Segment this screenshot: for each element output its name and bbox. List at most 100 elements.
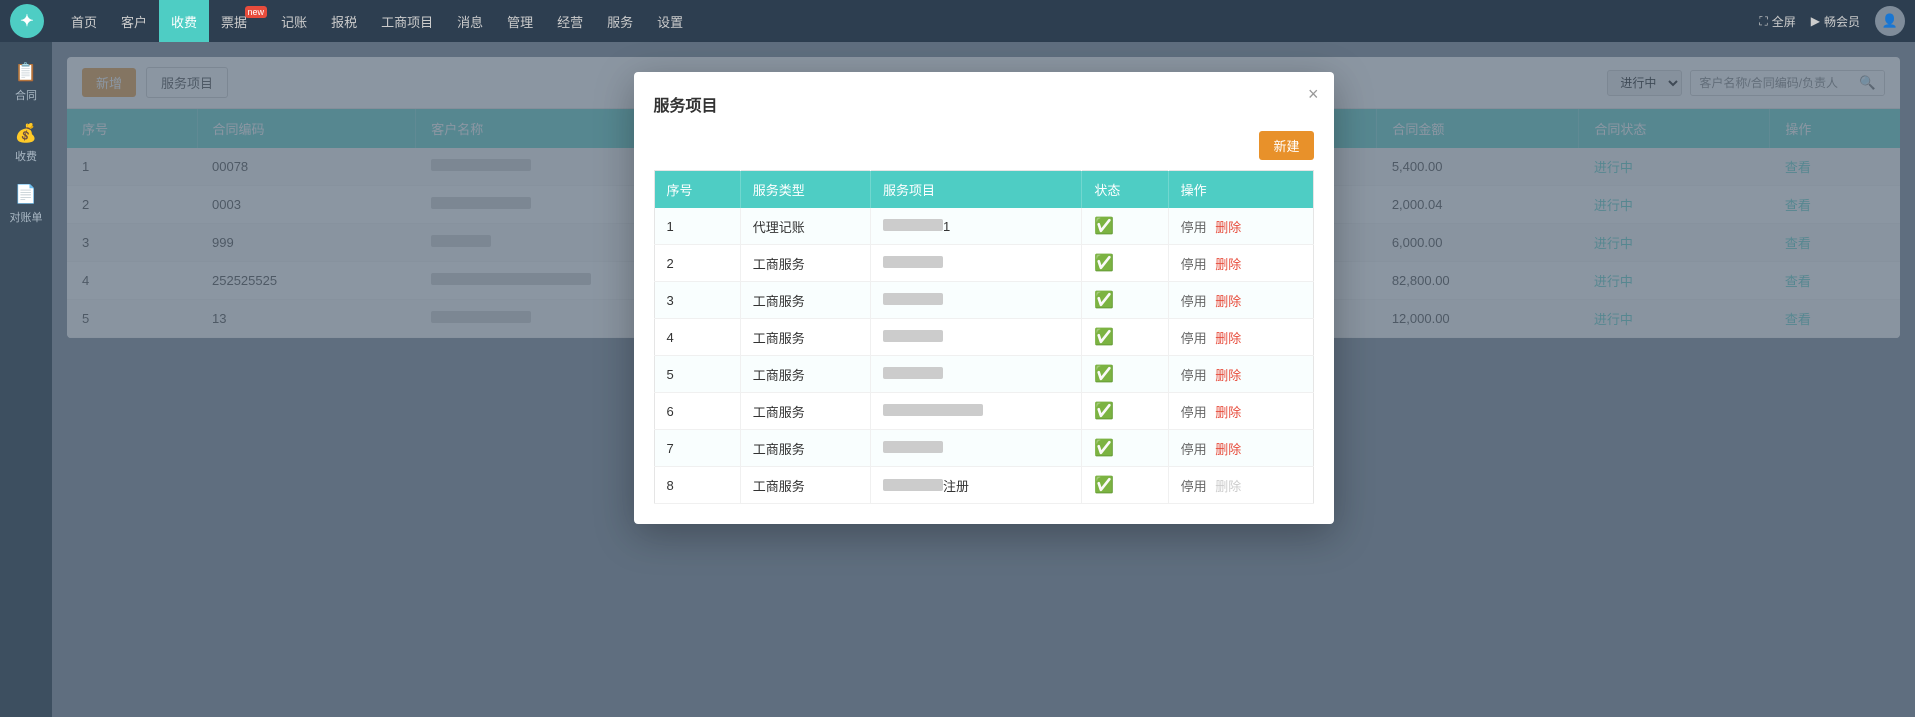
modal-title: 服务项目 — [654, 92, 1314, 116]
stop-button[interactable]: 停用 — [1181, 294, 1207, 309]
modal-col-status: 状态 — [1082, 171, 1168, 209]
delete-button[interactable]: 删除 — [1215, 479, 1241, 494]
modal-table-row: 5 工商服务 ✅ 停用 删除 — [654, 356, 1313, 393]
fee-icon: 💰 — [15, 123, 37, 144]
sidebar-item-contract[interactable]: 📋 合同 — [0, 52, 52, 113]
modal-cell-index: 2 — [654, 245, 740, 282]
modal-cell-item — [871, 282, 1082, 319]
modal-col-type: 服务类型 — [740, 171, 870, 209]
modal-cell-actions: 停用 删除 — [1168, 208, 1313, 245]
modal-cell-item — [871, 245, 1082, 282]
modal-col-item: 服务项目 — [871, 171, 1082, 209]
modal-cell-type: 工商服务 — [740, 282, 870, 319]
modal-cell-actions: 停用 删除 — [1168, 319, 1313, 356]
nav-fee[interactable]: 收费 — [159, 0, 209, 42]
modal-toolbar: 新建 — [654, 131, 1314, 160]
status-check-icon: ✅ — [1094, 477, 1114, 494]
modal-cell-index: 4 — [654, 319, 740, 356]
delete-button[interactable]: 删除 — [1215, 331, 1241, 346]
sidebar: 📋 合同 💰 收费 📄 对账单 — [0, 42, 52, 717]
nav-items: 首页 客户 收费 票据 new 记账 报税 工商项目 消息 管理 经营 服务 设… — [59, 0, 1759, 42]
status-check-icon: ✅ — [1094, 403, 1114, 420]
nav-right: ⛶ 全屏 ▶ 畅会员 👤 — [1759, 6, 1905, 36]
delete-button[interactable]: 删除 — [1215, 405, 1241, 420]
stop-button[interactable]: 停用 — [1181, 257, 1207, 272]
nav-tax[interactable]: 报税 — [319, 0, 369, 42]
delete-button[interactable]: 删除 — [1215, 294, 1241, 309]
nav-invoice[interactable]: 票据 new — [209, 0, 269, 42]
sidebar-item-statement[interactable]: 📄 对账单 — [0, 174, 52, 235]
modal-cell-item: 注册 — [871, 467, 1082, 504]
modal-cell-index: 7 — [654, 430, 740, 467]
modal-cell-actions: 停用 删除 — [1168, 393, 1313, 430]
stop-button[interactable]: 停用 — [1181, 405, 1207, 420]
fullscreen-icon: ⛶ — [1759, 14, 1767, 29]
vip-icon: ▶ — [1811, 14, 1820, 28]
modal-cell-status: ✅ — [1082, 467, 1168, 504]
status-check-icon: ✅ — [1094, 255, 1114, 272]
modal-cell-actions: 停用 删除 — [1168, 282, 1313, 319]
stop-button[interactable]: 停用 — [1181, 479, 1207, 494]
modal-cell-index: 5 — [654, 356, 740, 393]
modal-table-row: 2 工商服务 ✅ 停用 删除 — [654, 245, 1313, 282]
modal-new-button[interactable]: 新建 — [1259, 131, 1313, 160]
nav-settings[interactable]: 设置 — [645, 0, 695, 42]
modal-cell-item — [871, 319, 1082, 356]
nav-business[interactable]: 工商项目 — [369, 0, 445, 42]
modal-cell-status: ✅ — [1082, 282, 1168, 319]
modal-cell-status: ✅ — [1082, 245, 1168, 282]
modal-table-row: 8 工商服务 注册 ✅ 停用 删除 — [654, 467, 1313, 504]
status-check-icon: ✅ — [1094, 440, 1114, 457]
modal-cell-index: 8 — [654, 467, 740, 504]
delete-button[interactable]: 删除 — [1215, 257, 1241, 272]
contract-icon: 📋 — [15, 62, 37, 83]
modal-cell-item — [871, 430, 1082, 467]
modal-cell-actions: 停用 删除 — [1168, 467, 1313, 504]
modal-cell-type: 工商服务 — [740, 356, 870, 393]
sidebar-item-fee[interactable]: 💰 收费 — [0, 113, 52, 174]
fullscreen-button[interactable]: ⛶ 全屏 — [1759, 13, 1795, 30]
modal-cell-actions: 停用 删除 — [1168, 356, 1313, 393]
vip-button[interactable]: ▶ 畅会员 — [1811, 13, 1860, 30]
nav-message[interactable]: 消息 — [445, 0, 495, 42]
modal-cell-actions: 停用 删除 — [1168, 245, 1313, 282]
modal-scroll[interactable]: 序号 服务类型 服务项目 状态 操作 1 代理记账 1 ✅ 停用 — [654, 170, 1314, 504]
delete-button[interactable]: 删除 — [1215, 368, 1241, 383]
modal-close-button[interactable]: × — [1308, 84, 1319, 105]
status-check-icon: ✅ — [1094, 366, 1114, 383]
delete-button[interactable]: 删除 — [1215, 220, 1241, 235]
modal-cell-status: ✅ — [1082, 319, 1168, 356]
nav-home[interactable]: 首页 — [59, 0, 109, 42]
modal-table-row: 3 工商服务 ✅ 停用 删除 — [654, 282, 1313, 319]
stop-button[interactable]: 停用 — [1181, 220, 1207, 235]
modal-cell-actions: 停用 删除 — [1168, 430, 1313, 467]
modal-cell-type: 工商服务 — [740, 430, 870, 467]
modal-cell-type: 代理记账 — [740, 208, 870, 245]
nav-manage[interactable]: 管理 — [495, 0, 545, 42]
modal-overlay[interactable]: × 服务项目 新建 序号 服务类型 服务项目 状态 操作 1 — [52, 42, 1915, 717]
modal-table-row: 4 工商服务 ✅ 停用 删除 — [654, 319, 1313, 356]
app-logo: ✦ — [10, 4, 44, 38]
status-check-icon: ✅ — [1094, 218, 1114, 235]
modal-header-row: 序号 服务类型 服务项目 状态 操作 — [654, 171, 1313, 209]
user-avatar[interactable]: 👤 — [1875, 6, 1905, 36]
nav-bookkeeping[interactable]: 记账 — [269, 0, 319, 42]
modal-cell-type: 工商服务 — [740, 245, 870, 282]
avatar-icon: 👤 — [1882, 13, 1898, 29]
stop-button[interactable]: 停用 — [1181, 368, 1207, 383]
modal-cell-type: 工商服务 — [740, 319, 870, 356]
modal-cell-item: 1 — [871, 208, 1082, 245]
nav-customer[interactable]: 客户 — [109, 0, 159, 42]
modal-cell-type: 工商服务 — [740, 467, 870, 504]
nav-operation[interactable]: 经营 — [545, 0, 595, 42]
modal-table-row: 7 工商服务 ✅ 停用 删除 — [654, 430, 1313, 467]
status-check-icon: ✅ — [1094, 292, 1114, 309]
stop-button[interactable]: 停用 — [1181, 331, 1207, 346]
modal-cell-status: ✅ — [1082, 430, 1168, 467]
nav-service[interactable]: 服务 — [595, 0, 645, 42]
stop-button[interactable]: 停用 — [1181, 442, 1207, 457]
modal-table: 序号 服务类型 服务项目 状态 操作 1 代理记账 1 ✅ 停用 — [654, 170, 1314, 504]
delete-button[interactable]: 删除 — [1215, 442, 1241, 457]
modal-cell-status: ✅ — [1082, 393, 1168, 430]
new-badge: new — [245, 6, 268, 18]
